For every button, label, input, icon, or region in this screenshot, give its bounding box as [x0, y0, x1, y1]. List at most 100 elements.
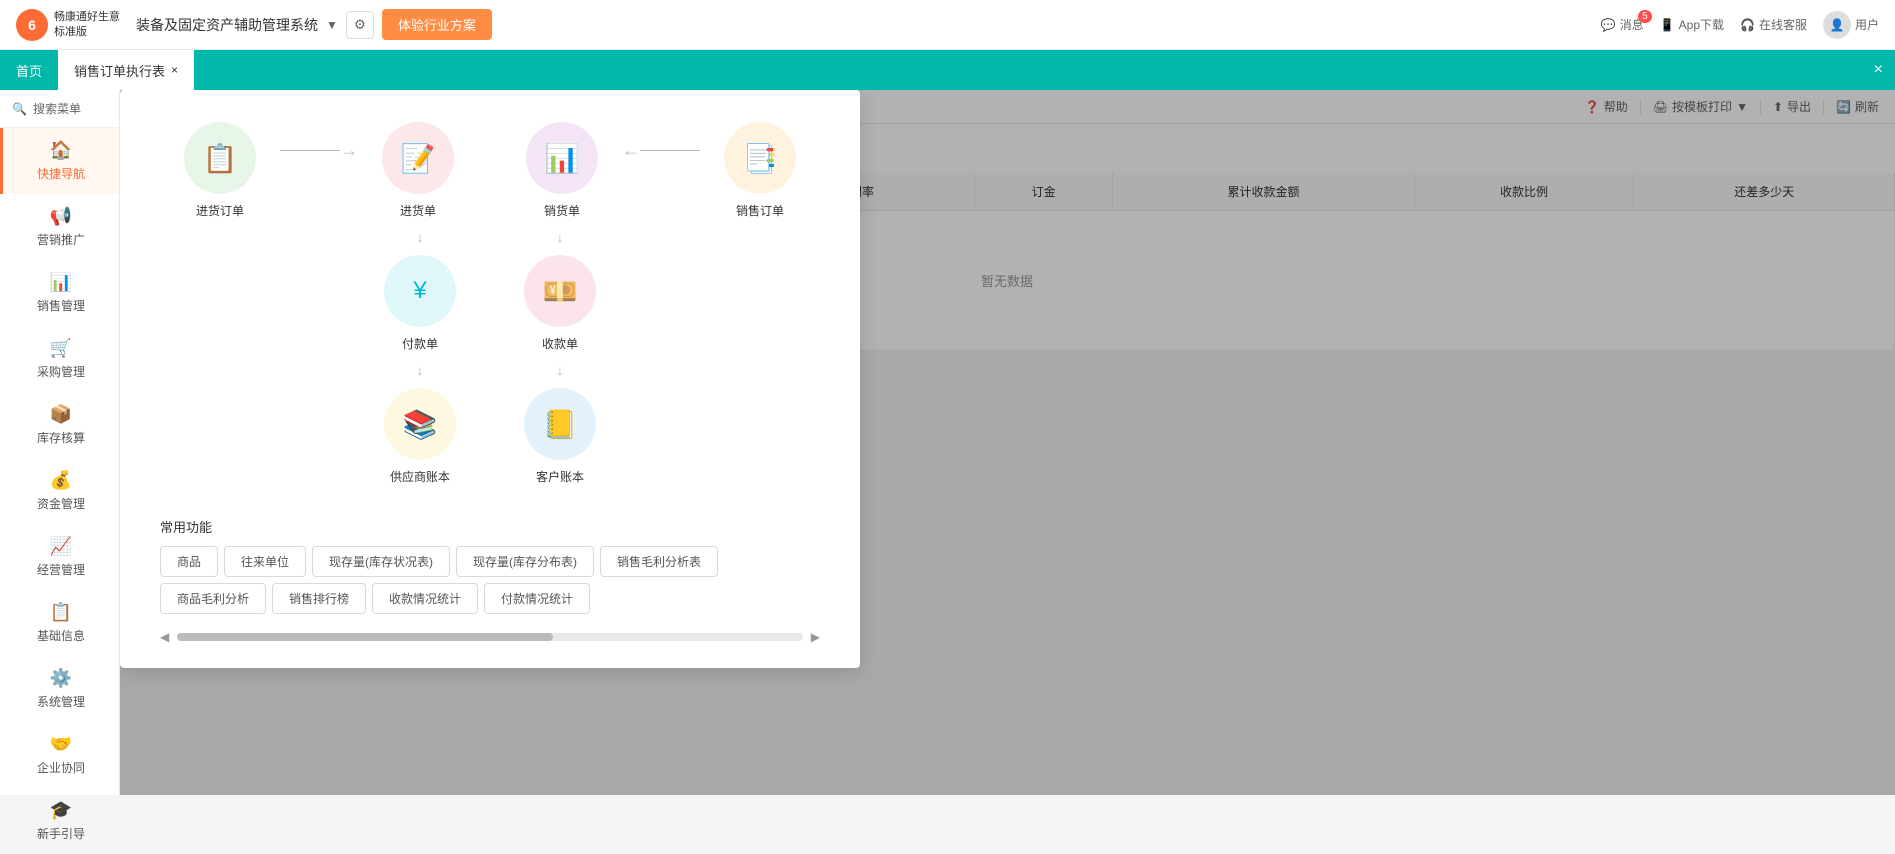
flow-chart: 📋 进货订单 → 📝 — [160, 122, 820, 493]
flow-node-sales-order[interactable]: 📑 销售订单 — [700, 122, 820, 219]
func-btn-item[interactable]: 商品毛利分析 — [160, 583, 266, 614]
app-download-btn[interactable]: 📱 App下载 — [1660, 16, 1724, 33]
search-menu-label: 搜索菜单 — [33, 100, 81, 117]
service-label: 在线客服 — [1759, 16, 1807, 33]
sidebar: 🔍 搜索菜单 🏠 快捷导航 📢 营销推广 📊 销售管理 🛒 采购管理 📦 库存核… — [0, 90, 120, 795]
func-btn-item[interactable]: 销售毛利分析表 — [600, 546, 718, 577]
purchase-circle: 📝 — [382, 122, 454, 194]
sales-icon: 📊 — [545, 142, 580, 175]
supplier-ledger-circle: 📚 — [384, 388, 456, 460]
scroll-right-btn[interactable]: ▶ — [811, 630, 820, 644]
system-name-area: 装备及固定资产辅助管理系统 ▼ ⚙ 体验行业方案 — [136, 9, 1601, 40]
sidebar-item-operations[interactable]: 📈 经营管理 — [0, 524, 119, 590]
flow-node-sales[interactable]: 📊 销货单 — [502, 122, 622, 219]
purchase-icon: 📝 — [401, 142, 436, 175]
scroll-left-btn[interactable]: ◀ — [160, 630, 169, 644]
logo-text: 畅康通好生意 标准版 — [54, 10, 120, 39]
tab-home[interactable]: 首页 — [0, 50, 58, 90]
sidebar-item-basic-info[interactable]: 📋 基础信息 — [0, 590, 119, 656]
sidebar-item-purchase[interactable]: 🛒 采购管理 — [0, 326, 119, 392]
flow-node-receipt[interactable]: 💴 收款单 — [500, 255, 620, 352]
supplier-ledger-label: 供应商账本 — [390, 468, 450, 485]
sidebar-item-inventory[interactable]: 📦 库存核算 — [0, 392, 119, 458]
system-name: 装备及固定资产辅助管理系统 — [136, 15, 318, 35]
func-btn-item[interactable]: 收款情况统计 — [372, 583, 478, 614]
search-menu[interactable]: 🔍 搜索菜单 — [0, 90, 119, 128]
func-btn-item[interactable]: 商品 — [160, 546, 218, 577]
search-icon: 🔍 — [12, 102, 27, 116]
quick-nav-label: 快捷导航 — [37, 165, 85, 182]
user-area[interactable]: 👤 用户 — [1823, 11, 1879, 39]
trial-btn[interactable]: 体验行业方案 — [382, 9, 492, 40]
sales-order-icon: 📑 — [743, 142, 778, 175]
tab-home-label: 首页 — [16, 61, 42, 80]
flow-node-purchase-order[interactable]: 📋 进货订单 — [160, 122, 280, 219]
tab-sales-order-label: 销售订单执行表 — [74, 61, 165, 80]
purchase-order-icon: 📋 — [203, 142, 238, 175]
system-icon: ⚙️ — [50, 668, 72, 689]
sidebar-item-newbie[interactable]: 🎓 新手引导 — [0, 788, 119, 854]
sales-circle: 📊 — [526, 122, 598, 194]
marketing-label: 营销推广 — [37, 231, 85, 248]
sales-label: 销货单 — [544, 202, 580, 219]
sales-label: 销售管理 — [37, 297, 85, 314]
sidebar-item-system[interactable]: ⚙️ 系统管理 — [0, 656, 119, 722]
customer-ledger-icon: 📒 — [543, 408, 578, 441]
basic-info-label: 基础信息 — [37, 627, 85, 644]
system-dropdown-btn[interactable]: ▼ — [326, 18, 338, 32]
online-service-btn[interactable]: 🎧 在线客服 — [1740, 16, 1807, 33]
top-header: 6 畅康通好生意 标准版 装备及固定资产辅助管理系统 ▼ ⚙ 体验行业方案 💬 … — [0, 0, 1895, 50]
sidebar-item-finance[interactable]: 💰 资金管理 — [0, 458, 119, 524]
flow-node-payment[interactable]: ¥ 付款单 — [360, 255, 480, 352]
content-area: ❓ 帮助 🖨 按模板打印 ▼ ⬆ 导出 🔄 刷新 — [120, 90, 1895, 795]
customer-ledger-label: 客户账本 — [536, 468, 584, 485]
app-label: App下载 — [1679, 16, 1724, 33]
logo-line2: 标准版 — [54, 25, 120, 39]
app-icon: 📱 — [1660, 18, 1675, 32]
tab-sales-order[interactable]: 销售订单执行表 × — [58, 50, 194, 90]
flow-node-supplier-ledger[interactable]: 📚 供应商账本 — [360, 388, 480, 485]
main-layout: 🔍 搜索菜单 🏠 快捷导航 📢 营销推广 📊 销售管理 🛒 采购管理 📦 库存核… — [0, 90, 1895, 795]
close-all-tabs-btn[interactable]: × — [1862, 61, 1895, 79]
common-functions-title: 常用功能 — [160, 517, 820, 536]
purchase-label: 进货单 — [400, 202, 436, 219]
func-grid: 商品往来单位现存量(库存状况表)现存量(库存分布表)销售毛利分析表商品毛利分析销… — [160, 546, 820, 614]
modal-scrollbar: ◀ ▶ — [160, 630, 820, 644]
newbie-label: 新手引导 — [37, 825, 85, 842]
newbie-icon: 🎓 — [50, 800, 72, 821]
purchase-label: 采购管理 — [37, 363, 85, 380]
sidebar-item-quick-nav[interactable]: 🏠 快捷导航 — [0, 128, 119, 194]
func-btn-item[interactable]: 往来单位 — [224, 546, 306, 577]
header-right: 💬 消息 5 📱 App下载 🎧 在线客服 👤 用户 — [1601, 11, 1879, 39]
func-btn-item[interactable]: 现存量(库存分布表) — [456, 546, 594, 577]
flow-node-purchase[interactable]: 📝 进货单 — [358, 122, 478, 219]
sales-order-circle: 📑 — [724, 122, 796, 194]
system-label: 系统管理 — [37, 693, 85, 710]
tab-sales-order-close[interactable]: × — [171, 63, 178, 77]
customer-ledger-circle: 📒 — [524, 388, 596, 460]
flow-row-3: 📚 供应商账本 📒 客户账本 — [160, 388, 820, 485]
func-btn-item[interactable]: 付款情况统计 — [484, 583, 590, 614]
arrow-right-icon: → — [340, 140, 358, 161]
sidebar-item-enterprise[interactable]: 🤝 企业协同 — [0, 722, 119, 788]
settings-btn[interactable]: ⚙ — [346, 11, 374, 39]
sidebar-item-marketing[interactable]: 📢 营销推广 — [0, 194, 119, 260]
sales-order-label: 销售订单 — [736, 202, 784, 219]
enterprise-label: 企业协同 — [37, 759, 85, 776]
scrollbar-track[interactable] — [177, 633, 803, 641]
modal-overlay[interactable]: 📋 进货订单 → 📝 — [120, 90, 1895, 795]
inventory-label: 库存核算 — [37, 429, 85, 446]
func-btn-item[interactable]: 现存量(库存状况表) — [312, 546, 450, 577]
sidebar-item-sales[interactable]: 📊 销售管理 — [0, 260, 119, 326]
func-btn-item[interactable]: 销售排行榜 — [272, 583, 366, 614]
enterprise-icon: 🤝 — [50, 734, 72, 755]
message-btn[interactable]: 💬 消息 5 — [1601, 16, 1644, 33]
receipt-label: 收款单 — [542, 335, 578, 352]
payment-circle: ¥ — [384, 255, 456, 327]
user-name: 用户 — [1855, 16, 1879, 33]
arrow-down-receipt: ↓ — [500, 360, 620, 380]
flow-node-customer-ledger[interactable]: 📒 客户账本 — [500, 388, 620, 485]
finance-label: 资金管理 — [37, 495, 85, 512]
arrow-h-2: ← — [622, 140, 700, 161]
purchase-order-label: 进货订单 — [196, 202, 244, 219]
